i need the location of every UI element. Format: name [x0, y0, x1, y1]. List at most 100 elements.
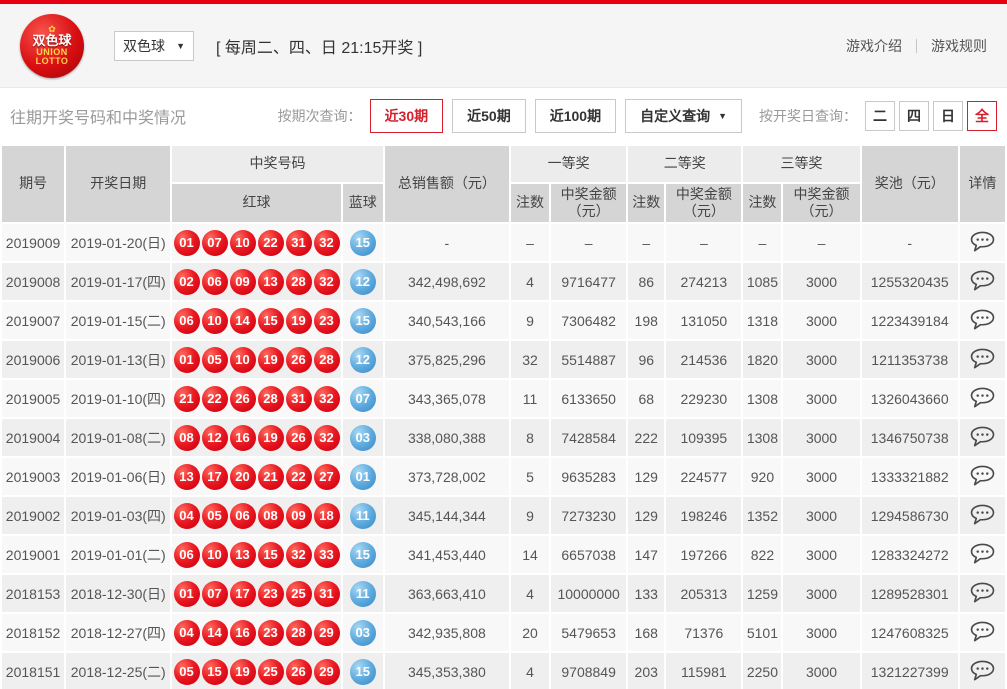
query-filter-bar: 往期开奖号码和中奖情况 按期次查询： 近30期近50期近100期 自定义查询 ▼…	[0, 88, 1007, 144]
red-ball: 12	[202, 425, 228, 451]
blue-ball: 01	[350, 464, 376, 490]
detail-button[interactable]	[970, 504, 995, 525]
issue-cell: 2019004	[2, 419, 64, 456]
red-ball: 17	[202, 464, 228, 490]
red-ball: 23	[258, 581, 284, 607]
issue-cell: 2019009	[2, 224, 64, 261]
detail-button[interactable]	[970, 660, 995, 681]
col-header-red-balls: 红球	[172, 184, 340, 222]
union-lotto-logo: ✿ 双色球 UNION LOTTO	[20, 14, 84, 78]
second-prize-count-cell: 147	[628, 536, 664, 573]
period-button-近50期[interactable]: 近50期	[452, 99, 526, 133]
nav-game-rules-link[interactable]: 游戏规则	[931, 36, 987, 56]
red-ball: 16	[230, 620, 256, 646]
first-prize-count-cell: 8	[511, 419, 549, 456]
total-sales-cell: 342,498,692	[385, 263, 509, 300]
second-prize-amount-cell: 109395	[666, 419, 741, 456]
first-prize-count-cell: –	[511, 224, 549, 261]
red-ball: 32	[314, 230, 340, 256]
detail-button[interactable]	[970, 543, 995, 564]
date-cell: 2019-01-06(日)	[66, 458, 170, 495]
period-button-近100期[interactable]: 近100期	[535, 99, 616, 133]
day-button-日[interactable]: 日	[933, 101, 963, 131]
prize-pool-cell: 1211353738	[862, 341, 958, 378]
first-prize-amount-cell: 6657038	[551, 536, 626, 573]
game-select-dropdown[interactable]: 双色球 ▼	[114, 31, 194, 61]
table-row: 20190012019-01-01(二)06101315323315341,45…	[2, 536, 1005, 573]
draw-schedule-note: [ 每周二、四、日 21:15开奖 ]	[216, 34, 422, 58]
blue-ball: 15	[350, 308, 376, 334]
detail-button[interactable]	[970, 621, 995, 642]
table-row: 20190072019-01-15(二)06101415192315340,54…	[2, 302, 1005, 339]
detail-button[interactable]	[970, 465, 995, 486]
nav-game-intro-link[interactable]: 游戏介绍	[846, 36, 902, 56]
second-prize-count-cell: 203	[628, 653, 664, 689]
third-prize-count-cell: –	[743, 224, 781, 261]
section-title: 往期开奖号码和中奖情况	[10, 104, 186, 128]
prize-pool-cell: 1294586730	[862, 497, 958, 534]
second-prize-amount-cell: 131050	[666, 302, 741, 339]
red-ball: 29	[314, 620, 340, 646]
first-prize-count-cell: 9	[511, 302, 549, 339]
red-ball: 31	[314, 581, 340, 607]
detail-button[interactable]	[970, 348, 995, 369]
second-prize-amount-cell: 229230	[666, 380, 741, 417]
comment-bubble-icon	[970, 582, 995, 603]
day-button-group: 二四日全	[865, 101, 997, 131]
comment-bubble-icon	[970, 426, 995, 447]
first-prize-count-cell: 32	[511, 341, 549, 378]
game-select-value: 双色球	[123, 36, 165, 56]
period-button-近30期[interactable]: 近30期	[370, 99, 444, 133]
detail-button[interactable]	[970, 387, 995, 408]
blue-ball: 07	[350, 386, 376, 412]
prize-pool-cell: -	[862, 224, 958, 261]
red-ball: 01	[174, 347, 200, 373]
detail-button[interactable]	[970, 231, 995, 252]
day-button-二[interactable]: 二	[865, 101, 895, 131]
red-ball: 33	[314, 542, 340, 568]
day-button-全[interactable]: 全	[967, 101, 997, 131]
red-ball: 26	[286, 425, 312, 451]
red-ball: 19	[258, 347, 284, 373]
detail-cell	[960, 263, 1005, 300]
custom-query-button[interactable]: 自定义查询 ▼	[625, 99, 742, 133]
third-prize-count-cell: 920	[743, 458, 781, 495]
blue-ball: 03	[350, 425, 376, 451]
comment-bubble-icon	[970, 387, 995, 408]
blue-ball: 12	[350, 269, 376, 295]
table-row: 20190062019-01-13(日)01051019262812375,82…	[2, 341, 1005, 378]
chevron-down-icon: ▼	[176, 41, 185, 51]
third-prize-amount-cell: 3000	[783, 380, 859, 417]
second-prize-count-cell: 168	[628, 614, 664, 651]
prize-pool-cell: 1346750738	[862, 419, 958, 456]
red-ball: 06	[174, 308, 200, 334]
detail-cell	[960, 497, 1005, 534]
third-prize-amount-cell: 3000	[783, 263, 859, 300]
second-prize-amount-cell: 71376	[666, 614, 741, 651]
second-prize-count-cell: –	[628, 224, 664, 261]
first-prize-amount-cell: –	[551, 224, 626, 261]
red-ball: 22	[258, 230, 284, 256]
prize-pool-cell: 1247608325	[862, 614, 958, 651]
red-balls-cell: 040506080918	[172, 497, 340, 534]
red-ball: 32	[314, 386, 340, 412]
date-cell: 2019-01-01(二)	[66, 536, 170, 573]
detail-button[interactable]	[970, 309, 995, 330]
total-sales-cell: 338,080,388	[385, 419, 509, 456]
blue-ball-cell: 15	[343, 224, 383, 261]
red-ball: 04	[174, 620, 200, 646]
table-row: 20190032019-01-06(日)13172021222701373,72…	[2, 458, 1005, 495]
day-button-四[interactable]: 四	[899, 101, 929, 131]
blue-ball: 11	[350, 581, 376, 607]
first-prize-count-cell: 11	[511, 380, 549, 417]
red-ball: 15	[202, 659, 228, 685]
second-prize-amount-cell: 274213	[666, 263, 741, 300]
total-sales-cell: 373,728,002	[385, 458, 509, 495]
blue-ball: 15	[350, 230, 376, 256]
detail-button[interactable]	[970, 426, 995, 447]
col-header-prize-pool: 奖池（元）	[862, 146, 958, 222]
red-ball: 10	[230, 230, 256, 256]
detail-button[interactable]	[970, 582, 995, 603]
detail-button[interactable]	[970, 270, 995, 291]
first-prize-count-cell: 4	[511, 653, 549, 689]
